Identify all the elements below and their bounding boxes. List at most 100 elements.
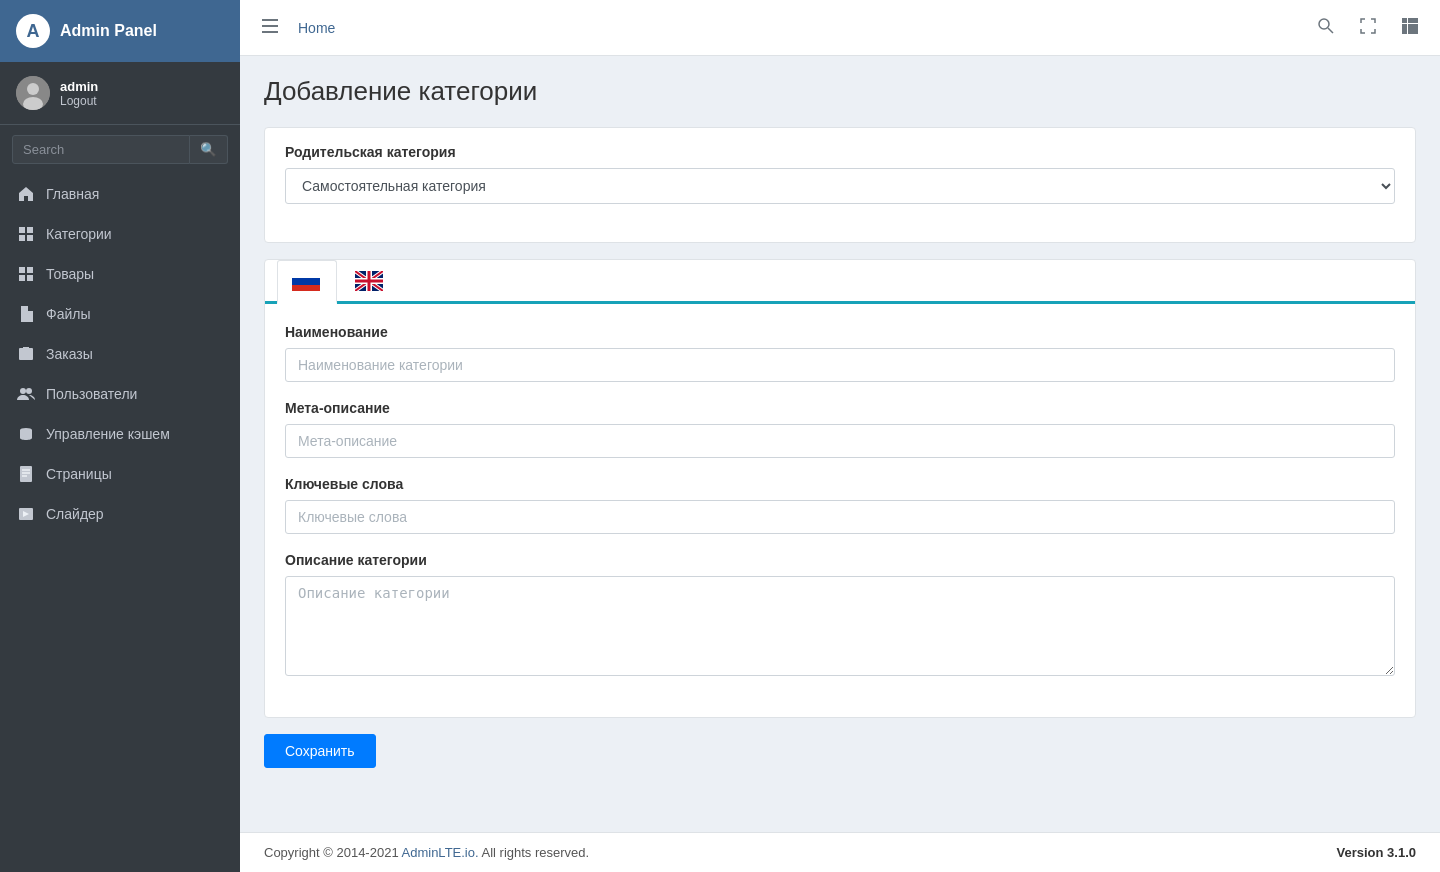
sidebar-brand: A Admin Panel xyxy=(0,0,240,62)
apps-button[interactable] xyxy=(1396,14,1424,42)
sidebar-nav: Главная Категории Товары Файлы xyxy=(0,174,240,872)
language-tabs-header xyxy=(265,260,1415,304)
svg-rect-11 xyxy=(19,348,33,360)
search-input[interactable] xyxy=(12,135,190,164)
footer-copyright: Copyright © 2014-2021 AdminLTE.io. All r… xyxy=(264,845,589,860)
svg-rect-8 xyxy=(27,267,33,273)
language-tabs-card: Наименование Мета-описание Ключевые слов… xyxy=(264,259,1416,718)
keywords-input[interactable] xyxy=(285,500,1395,534)
description-textarea[interactable] xyxy=(285,576,1395,676)
svg-rect-23 xyxy=(262,31,278,33)
cache-icon xyxy=(16,424,36,444)
pages-icon xyxy=(16,464,36,484)
sidebar-item-pages-label: Страницы xyxy=(46,466,112,482)
sidebar-item-products[interactable]: Товары xyxy=(0,254,240,294)
svg-rect-36 xyxy=(292,278,320,285)
topnav-right xyxy=(1312,14,1424,42)
sidebar-item-cache[interactable]: Управление кэшем xyxy=(0,414,240,454)
sidebar-item-products-label: Товары xyxy=(46,266,94,282)
svg-rect-26 xyxy=(1402,18,1407,23)
svg-rect-4 xyxy=(27,227,33,233)
parent-category-select[interactable]: Самостоятельная категория xyxy=(285,168,1395,204)
page-title: Добавление категории xyxy=(264,76,1416,107)
svg-rect-28 xyxy=(1413,18,1418,23)
sidebar-item-categories[interactable]: Категории xyxy=(0,214,240,254)
description-field-group: Описание категории xyxy=(285,552,1395,679)
main-footer: Copyright © 2014-2021 AdminLTE.io. All r… xyxy=(240,832,1440,872)
name-input[interactable] xyxy=(285,348,1395,382)
sidebar-item-users[interactable]: Пользователи xyxy=(0,374,240,414)
svg-line-25 xyxy=(1328,28,1333,33)
breadcrumb: Home xyxy=(298,20,335,36)
meta-label: Мета-описание xyxy=(285,400,1395,416)
meta-field-group: Мета-описание xyxy=(285,400,1395,458)
svg-rect-32 xyxy=(1402,29,1407,34)
svg-rect-10 xyxy=(27,275,33,281)
sidebar-item-home-label: Главная xyxy=(46,186,99,202)
topnav-left: Home xyxy=(256,15,335,41)
sidebar-item-users-label: Пользователи xyxy=(46,386,137,402)
description-label: Описание категории xyxy=(285,552,1395,568)
svg-rect-37 xyxy=(292,285,320,291)
svg-rect-5 xyxy=(19,235,25,241)
svg-point-24 xyxy=(1319,19,1329,29)
name-label: Наименование xyxy=(285,324,1395,340)
user-panel: admin Logout xyxy=(0,62,240,125)
parent-category-label: Родительская категория xyxy=(285,144,1395,160)
user-logout-link[interactable]: Logout xyxy=(60,94,98,108)
meta-input[interactable] xyxy=(285,424,1395,458)
home-icon xyxy=(16,184,36,204)
svg-rect-30 xyxy=(1408,24,1413,29)
svg-rect-22 xyxy=(262,25,278,27)
sidebar-item-orders[interactable]: Заказы xyxy=(0,334,240,374)
save-button[interactable]: Сохранить xyxy=(264,734,376,768)
svg-rect-7 xyxy=(19,267,25,273)
svg-rect-21 xyxy=(262,19,278,21)
orders-icon xyxy=(16,344,36,364)
tab-english[interactable] xyxy=(341,261,399,301)
main-wrapper: Home xyxy=(240,0,1440,872)
files-icon xyxy=(16,304,36,324)
russian-flag-icon xyxy=(292,271,320,291)
svg-rect-27 xyxy=(1408,18,1413,23)
search-toggle-button[interactable] xyxy=(1312,14,1340,42)
brand-title: Admin Panel xyxy=(60,22,157,40)
svg-rect-35 xyxy=(292,271,320,278)
sidebar-item-home[interactable]: Главная xyxy=(0,174,240,214)
svg-rect-6 xyxy=(27,235,33,241)
avatar xyxy=(16,76,50,110)
search-icon: 🔍 xyxy=(200,142,217,157)
keywords-label: Ключевые слова xyxy=(285,476,1395,492)
sidebar-item-slider[interactable]: Слайдер xyxy=(0,494,240,534)
svg-rect-3 xyxy=(19,227,25,233)
content-area: Добавление категории Родительская катего… xyxy=(240,56,1440,832)
svg-rect-15 xyxy=(20,466,32,482)
svg-rect-9 xyxy=(19,275,25,281)
categories-icon xyxy=(16,224,36,244)
users-icon xyxy=(16,384,36,404)
sidebar: A Admin Panel admin Logout � xyxy=(0,0,240,872)
sidebar-item-categories-label: Категории xyxy=(46,226,112,242)
save-button-container: Сохранить xyxy=(264,734,1416,768)
expand-button[interactable] xyxy=(1354,14,1382,42)
search-button[interactable]: 🔍 xyxy=(190,135,228,164)
slider-icon xyxy=(16,504,36,524)
topnav: Home xyxy=(240,0,1440,56)
products-icon xyxy=(16,264,36,284)
sidebar-item-cache-label: Управление кэшем xyxy=(46,426,170,442)
brand-logo-icon: A xyxy=(16,14,50,48)
footer-link[interactable]: AdminLTE.io. xyxy=(402,845,479,860)
sidebar-search-container: 🔍 xyxy=(0,125,240,174)
svg-rect-29 xyxy=(1402,24,1407,29)
svg-point-12 xyxy=(20,388,26,394)
sidebar-item-pages[interactable]: Страницы xyxy=(0,454,240,494)
sidebar-item-files[interactable]: Файлы xyxy=(0,294,240,334)
user-info: admin Logout xyxy=(60,79,98,108)
parent-category-group: Родительская категория Самостоятельная к… xyxy=(285,144,1395,204)
sidebar-item-files-label: Файлы xyxy=(46,306,90,322)
footer-version: Version 3.1.0 xyxy=(1337,845,1417,860)
tab-russian[interactable] xyxy=(277,260,337,304)
parent-category-section: Родительская категория Самостоятельная к… xyxy=(264,127,1416,243)
svg-rect-31 xyxy=(1413,24,1418,29)
menu-toggle-button[interactable] xyxy=(256,15,284,41)
